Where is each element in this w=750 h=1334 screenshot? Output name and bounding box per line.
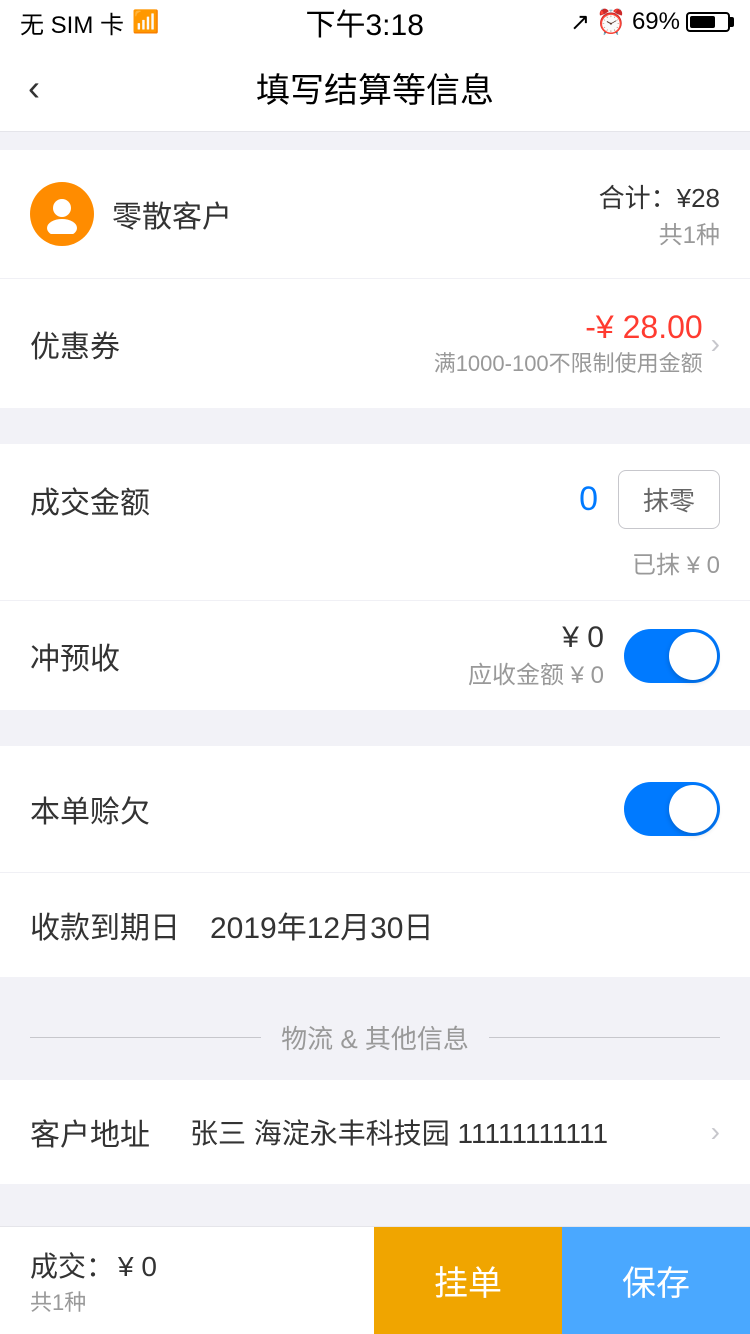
transaction-label: 成交金额 [30,478,150,522]
address-label: 客户地址 [30,1110,150,1154]
round-zero-button[interactable]: 抹零 [618,470,720,529]
nav-bar: ‹ 填写结算等信息 [0,44,750,132]
page-title: 填写结算等信息 [256,63,494,112]
divider-1 [0,426,750,444]
prepay-label: 冲预收 [30,634,120,678]
prepay-toggle[interactable] [624,629,720,683]
avatar [30,182,94,246]
coupon-right: -¥ 28.00 满1000-100不限制使用金额 › [434,309,720,378]
customer-total: 合计：¥28 共1种 [599,178,720,250]
coupon-desc: 满1000-100不限制使用金额 [434,346,703,378]
bottom-bar: 成交： ¥ 0 共1种 挂单 保存 [0,1226,750,1334]
divider-line-left [30,1037,261,1038]
address-section: 客户地址 张三 海淀永丰科技园 11111111111 › [0,1080,750,1184]
coupon-row[interactable]: 优惠券 -¥ 28.00 满1000-100不限制使用金额 › [0,278,750,408]
status-bar: 无 SIM 卡 📶 下午3:18 ↗ ⏰ 69% [0,0,750,44]
prepay-main-amount: ¥ 0 [468,621,604,655]
prepay-row: 冲预收 ¥ 0 应收金额 ¥ 0 [0,600,750,710]
status-right: ↗ ⏰ 69% [570,8,730,37]
battery-icon [686,12,730,32]
hang-order-button[interactable]: 挂单 [374,1227,562,1334]
transaction-amount-input[interactable] [155,480,598,519]
wifi-icon: 📶 [132,9,159,35]
coupon-info: -¥ 28.00 满1000-100不限制使用金额 [434,309,703,378]
customer-section: 零散客户 合计：¥28 共1种 优惠券 -¥ 28.00 满1000-100不限… [0,150,750,408]
customer-row: 零散客户 合计：¥28 共1种 [0,150,750,278]
bottom-deal-amount: ¥ 0 [118,1251,157,1283]
prepay-amounts: ¥ 0 应收金额 ¥ 0 [468,621,604,690]
bottom-count: 共1种 [30,1285,344,1317]
logistics-divider: 物流 & 其他信息 [0,995,750,1080]
due-date-row: 收款到期日 2019年12月30日 [0,872,750,977]
transaction-section: 成交金额 抹零 已抹 ¥ 0 冲预收 ¥ 0 应收金额 ¥ 0 [0,444,750,710]
total-count: 共1种 [599,215,720,250]
chevron-right-icon: › [711,328,720,360]
transaction-row: 成交金额 抹零 [0,444,750,545]
bottom-summary: 成交： ¥ 0 共1种 [0,1245,374,1317]
debt-section: 本单赊欠 收款到期日 2019年12月30日 [0,746,750,977]
alarm-icon: ⏰ [596,8,626,37]
coupon-discount: -¥ 28.00 [434,309,703,346]
debt-toggle[interactable] [624,782,720,836]
back-button[interactable]: ‹ [28,67,40,109]
status-time: 下午3:18 [305,0,423,44]
logistics-label: 物流 & 其他信息 [281,1019,469,1056]
due-date-label: 收款到期日 [30,903,180,947]
coupon-label: 优惠券 [30,322,120,366]
save-button[interactable]: 保存 [562,1227,750,1334]
debt-row: 本单赊欠 [0,746,750,872]
address-chevron-icon: › [711,1116,720,1148]
customer-name: 零散客户 [112,192,232,236]
address-value: 张三 海淀永丰科技园 11111111111 [190,1112,691,1152]
transaction-right: 抹零 [155,470,720,529]
divider-2 [0,728,750,746]
address-row[interactable]: 客户地址 张三 海淀永丰科技园 11111111111 › [0,1080,750,1184]
status-left: 无 SIM 卡 📶 [20,5,159,40]
battery-percent: 69% [632,8,680,36]
transaction-sub-text: 已抹 ¥ 0 [0,545,750,600]
debt-label: 本单赊欠 [30,787,150,831]
debt-toggle-knob [669,785,717,833]
prepay-sub-amount: 应收金额 ¥ 0 [468,655,604,690]
bottom-deal-label: 成交： [30,1245,114,1285]
total-label: 合计：¥28 [599,178,720,215]
location-icon: ↗ [570,8,590,37]
due-date-value: 2019年12月30日 [210,903,433,947]
divider-line-right [489,1037,720,1038]
carrier-text: 无 SIM 卡 [20,5,124,40]
customer-left: 零散客户 [30,182,232,246]
toggle-knob [669,632,717,680]
